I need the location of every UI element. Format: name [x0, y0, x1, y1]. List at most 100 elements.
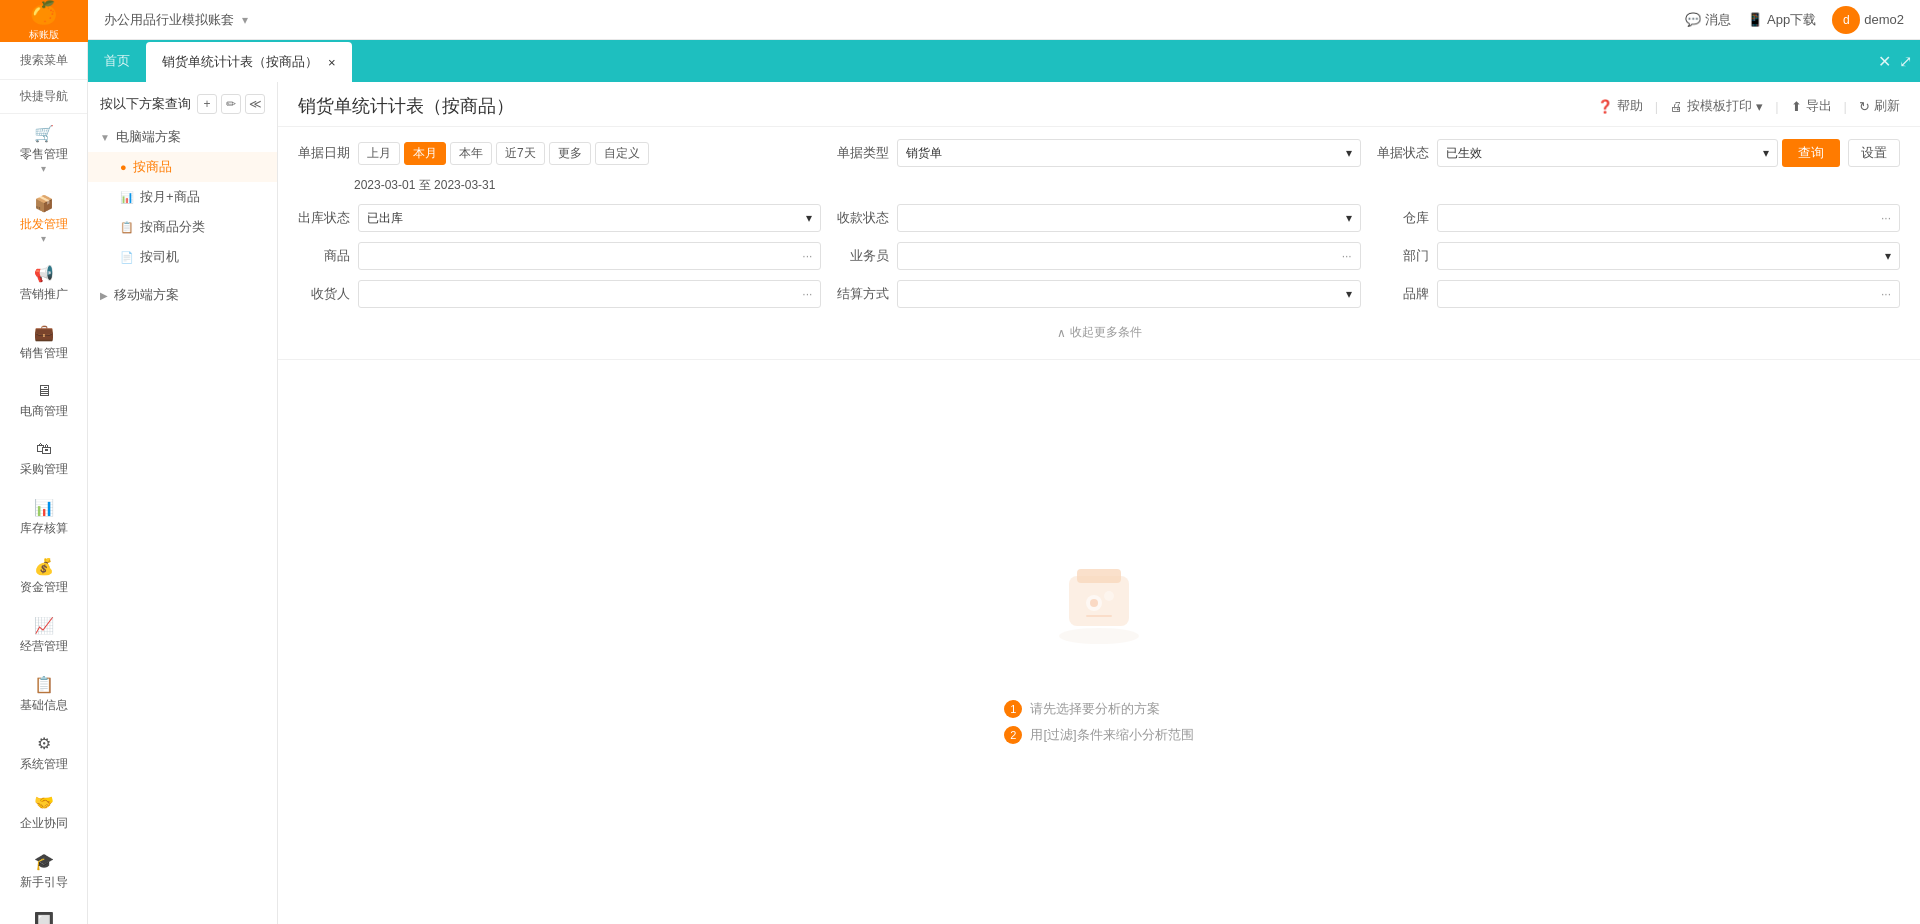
refresh-label: 刷新 [1874, 97, 1900, 115]
sidebar-quick-nav[interactable]: 快捷导航 [0, 80, 87, 114]
window-close-btn[interactable]: ✕ [1878, 52, 1891, 71]
tree-section-desktop-header[interactable]: ▼ 电脑端方案 [88, 122, 277, 152]
sidebar-item-ops[interactable]: 📈 经营管理 [0, 606, 87, 665]
doc-status-arrow-icon: ▾ [1763, 146, 1769, 160]
date-range-display: 2023-03-01 至 2023-03-31 [354, 178, 495, 192]
inventory-icon: 📊 [34, 498, 54, 517]
content-area: 按以下方案查询 + ✏ ≪ ▼ 电脑端方案 ● 按商品 📊 按 [88, 82, 1920, 924]
logo-icon: 🍊 [30, 0, 57, 26]
left-panel: 按以下方案查询 + ✏ ≪ ▼ 电脑端方案 ● 按商品 📊 按 [88, 82, 278, 924]
tree-item-by-category[interactable]: 📋 按商品分类 [88, 212, 277, 242]
section-arrow-icon: ▼ [100, 132, 110, 143]
edit-scheme-btn[interactable]: ✏ [221, 94, 241, 114]
doc-status-label: 单据状态 [1377, 144, 1429, 162]
collapse-panel-btn[interactable]: ≪ [245, 94, 265, 114]
refresh-btn[interactable]: ↻ 刷新 [1859, 97, 1900, 115]
category-icon: 📋 [120, 221, 134, 234]
sidebar-search[interactable]: 搜索菜单 [0, 42, 87, 80]
export-btn[interactable]: ⬆ 导出 [1791, 97, 1832, 115]
product-dots-icon: ··· [802, 249, 812, 263]
filter-doc-type-group: 单据类型 销货单 ▾ [837, 139, 1360, 167]
sidebar-item-newbie[interactable]: 🎓 新手引导 [0, 842, 87, 901]
mobile-section-arrow-icon: ▶ [100, 290, 108, 301]
product-input[interactable]: ··· [358, 242, 821, 270]
sidebar-item-wholesale[interactable]: 📦 批发管理 ▾ [0, 184, 87, 254]
help-btn[interactable]: ❓ 帮助 [1597, 97, 1643, 115]
outbound-select[interactable]: 已出库 ▾ [358, 204, 821, 232]
date-btn-this-year[interactable]: 本年 [450, 142, 492, 165]
filter-warehouse-group: 仓库 ··· [1377, 204, 1900, 232]
recipient-input[interactable]: ··· [358, 280, 821, 308]
sidebar-item-marketing[interactable]: 📢 营销推广 [0, 254, 87, 313]
page-actions: ❓ 帮助 | 🖨 按模板打印 ▾ | ⬆ 导出 | [1597, 97, 1900, 115]
settle-select[interactable]: ▾ [897, 280, 1360, 308]
tree-item-by-driver[interactable]: 📄 按司机 [88, 242, 277, 272]
sidebar-item-inventory[interactable]: 📊 库存核算 [0, 488, 87, 547]
date-btn-last-month[interactable]: 上月 [358, 142, 400, 165]
tab-home-label: 首页 [104, 52, 130, 70]
payment-select[interactable]: ▾ [897, 204, 1360, 232]
window-expand-btn[interactable]: ⤢ [1899, 52, 1912, 71]
sidebar-logo[interactable]: 🍊 标账版 [0, 0, 88, 42]
export-label: 导出 [1806, 97, 1832, 115]
filter-settle-group: 结算方式 ▾ [837, 280, 1360, 308]
tip1-text: 请先选择要分析的方案 [1030, 700, 1160, 718]
outbound-label: 出库状态 [298, 209, 350, 227]
filter-date-group: 单据日期 上月 本月 本年 近7天 更多 自定义 [298, 142, 821, 165]
topbar-user[interactable]: d demo2 [1832, 6, 1904, 34]
date-btn-more[interactable]: 更多 [549, 142, 591, 165]
sidebar-item-coop[interactable]: 🤝 企业协同 [0, 783, 87, 842]
sidebar-item-basic[interactable]: 📋 基础信息 [0, 665, 87, 724]
tab-close-icon[interactable]: × [328, 55, 336, 70]
query-btn[interactable]: 查询 [1782, 139, 1840, 167]
sidebar-item-sales[interactable]: 💼 销售管理 [0, 313, 87, 372]
date-btn-this-month[interactable]: 本月 [404, 142, 446, 165]
sidebar-item-ecommerce[interactable]: 🖥 电商管理 [0, 372, 87, 430]
warehouse-input[interactable]: ··· [1437, 204, 1900, 232]
dept-select[interactable]: ▾ [1437, 242, 1900, 270]
doc-status-select[interactable]: 已生效 ▾ [1437, 139, 1778, 167]
tree-item-by-product[interactable]: ● 按商品 [88, 152, 277, 182]
print-btn[interactable]: 🖨 按模板打印 ▾ [1670, 97, 1763, 115]
sidebar-item-appstore[interactable]: 🔲 应用中心 [0, 901, 87, 924]
filter-product-group: 商品 ··· [298, 242, 821, 270]
empty-tip-1: 1 请先选择要分析的方案 [1004, 700, 1193, 718]
topbar-app-download[interactable]: 📱 App下载 [1747, 11, 1816, 29]
date-btn-7days[interactable]: 近7天 [496, 142, 545, 165]
tree-item-by-month-product[interactable]: 📊 按月+商品 [88, 182, 277, 212]
collapse-more-btn[interactable]: ∧ 收起更多条件 [298, 318, 1900, 347]
doc-type-select[interactable]: 销货单 ▾ [897, 139, 1360, 167]
sales-icon: 💼 [34, 323, 54, 342]
tree-section-mobile-header[interactable]: ▶ 移动端方案 [88, 280, 277, 310]
help-icon: ❓ [1597, 99, 1613, 114]
brand-input[interactable]: ··· [1437, 280, 1900, 308]
staff-input[interactable]: ··· [897, 242, 1360, 270]
settings-btn[interactable]: 设置 [1848, 139, 1900, 167]
filter-outbound-group: 出库状态 已出库 ▾ [298, 204, 821, 232]
sidebar-item-purchase[interactable]: 🛍 采购管理 [0, 430, 87, 488]
brand-dots-icon: ··· [1881, 287, 1891, 301]
payment-arrow-icon: ▾ [1346, 211, 1352, 225]
filter-staff-group: 业务员 ··· [837, 242, 1360, 270]
tab-home[interactable]: 首页 [88, 40, 146, 82]
sidebar-item-finance[interactable]: 💰 资金管理 [0, 547, 87, 606]
sidebar-item-retail[interactable]: 🛒 零售管理 ▾ [0, 114, 87, 184]
section-label: 电脑端方案 [116, 128, 181, 146]
finance-icon: 💰 [34, 557, 54, 576]
topbar-dropdown-btn[interactable]: ▾ [242, 13, 248, 27]
doc-type-label: 单据类型 [837, 144, 889, 162]
date-btn-custom[interactable]: 自定义 [595, 142, 649, 165]
tab-sales-report[interactable]: 销货单统计计表（按商品） × [146, 42, 352, 82]
tree-section-mobile: ▶ 移动端方案 [88, 280, 277, 318]
filter-doc-status-group: 单据状态 已生效 ▾ 查询 设置 [1377, 139, 1900, 167]
ops-icon: 📈 [34, 616, 54, 635]
sidebar-item-system[interactable]: ⚙ 系统管理 [0, 724, 87, 783]
topbar-message[interactable]: 💬 消息 [1685, 11, 1731, 29]
recipient-dots-icon: ··· [802, 287, 812, 301]
sidebar-item-label: 资金管理 [20, 579, 68, 596]
collapse-label: 收起更多条件 [1070, 324, 1142, 341]
print-label: 按模板打印 [1687, 97, 1752, 115]
coop-icon: 🤝 [34, 793, 54, 812]
add-scheme-btn[interactable]: + [197, 94, 217, 114]
filter-area: 单据日期 上月 本月 本年 近7天 更多 自定义 单据类型 [278, 127, 1920, 360]
